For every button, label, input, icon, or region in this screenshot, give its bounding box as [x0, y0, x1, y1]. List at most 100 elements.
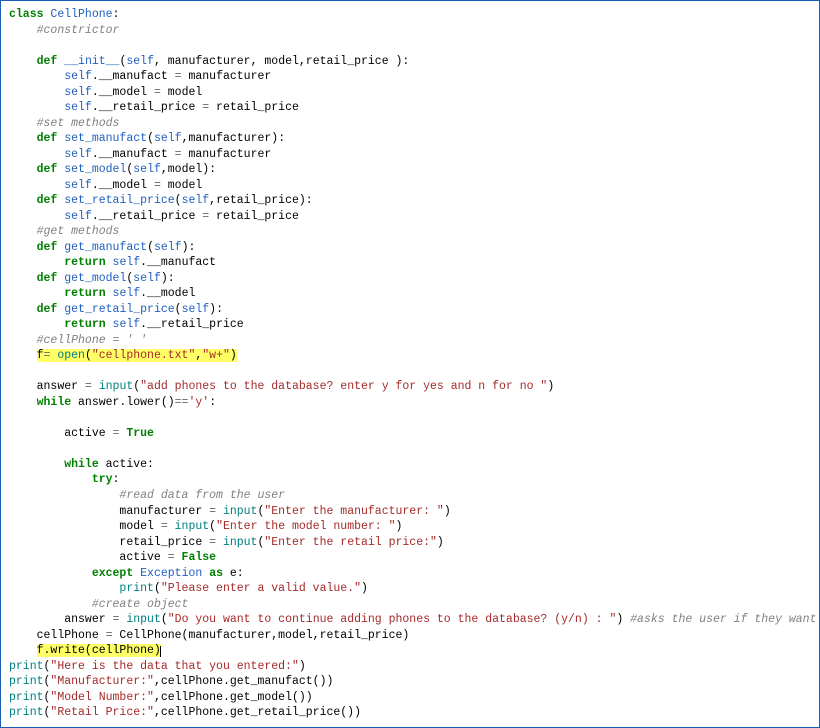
op: =	[106, 629, 113, 642]
rparen: )	[444, 505, 451, 518]
code-line: #read data from the user	[9, 489, 285, 502]
op: ==	[175, 396, 189, 409]
params: ,model):	[161, 163, 216, 176]
var: active	[64, 427, 112, 440]
code-line: #get methods	[9, 225, 119, 238]
param-self: self	[133, 272, 161, 285]
string: "Enter the retail price:"	[264, 536, 437, 549]
keyword-as: as	[209, 567, 223, 580]
method-name: set_model	[64, 163, 126, 176]
string: "w+"	[202, 349, 230, 362]
rparen: )	[616, 613, 630, 626]
highlighted-code: f= open("cellphone.txt","w+")	[37, 349, 237, 362]
attr: .__retail_price	[92, 101, 202, 114]
string: "Do you want to continue adding phones t…	[168, 613, 617, 626]
method-name: get_manufact	[64, 241, 147, 254]
space	[168, 520, 175, 533]
code-line: def get_manufact(self):	[9, 241, 195, 254]
keyword-return: return	[64, 318, 105, 331]
var: model	[119, 520, 160, 533]
cond: active:	[99, 458, 154, 471]
rparen: )	[547, 380, 554, 393]
rest: ,cellPhone.get_model())	[154, 691, 313, 704]
method-name: get_retail_price	[64, 303, 174, 316]
op: =	[175, 70, 182, 83]
attr: .__manufact	[92, 148, 175, 161]
self: self	[64, 101, 92, 114]
builtin-input: input	[223, 505, 258, 518]
lparen: (	[161, 613, 168, 626]
expr: f.write(cellPhone)	[37, 644, 161, 657]
code-line: while answer.lower()=='y':	[9, 396, 216, 409]
rhs: model	[161, 86, 202, 99]
var: cellPhone	[37, 629, 106, 642]
code-line: print("Retail Price:",cellPhone.get_reta…	[9, 706, 361, 719]
code-line: print("Here is the data that you entered…	[9, 660, 306, 673]
params: ):	[209, 303, 223, 316]
comment: #constrictor	[37, 24, 120, 37]
var: answer	[64, 613, 112, 626]
keyword-def: def	[37, 241, 58, 254]
keyword-def: def	[37, 55, 58, 68]
comment: #asks the user if they want to add more …	[630, 613, 820, 626]
colon: :	[113, 473, 120, 486]
string: 'y'	[188, 396, 209, 409]
comment: #get methods	[37, 225, 120, 238]
lparen: (	[154, 582, 161, 595]
attr: .__model	[92, 179, 154, 192]
keyword-return: return	[64, 256, 105, 269]
code-line: f.write(cellPhone)	[9, 644, 161, 657]
attr: .__retail_price	[140, 318, 244, 331]
code-line: cellPhone = CellPhone(manufacturer,model…	[9, 629, 409, 642]
comment: #set methods	[37, 117, 120, 130]
code-line: retail_price = input("Enter the retail p…	[9, 536, 444, 549]
op: =	[85, 380, 92, 393]
self: self	[64, 179, 92, 192]
builtin-input: input	[126, 613, 161, 626]
keyword-while: while	[37, 396, 72, 409]
self: self	[64, 210, 92, 223]
rhs: model	[161, 179, 202, 192]
keyword-def: def	[37, 303, 58, 316]
rhs: CellPhone(manufacturer,model,retail_pric…	[113, 629, 410, 642]
builtin-input: input	[175, 520, 210, 533]
code-line: self.__retail_price = retail_price	[9, 101, 299, 114]
self: self	[113, 287, 141, 300]
var: retail_price	[119, 536, 209, 549]
code-line: #cellPhone = ' '	[9, 334, 147, 347]
comment: #create object	[92, 598, 189, 611]
builtin-print: print	[9, 706, 44, 719]
attr: .__model	[92, 86, 154, 99]
op: =	[154, 179, 161, 192]
code-line: class CellPhone:	[9, 8, 119, 21]
method-name: set_manufact	[64, 132, 147, 145]
rhs: manufacturer	[182, 70, 272, 83]
lparen: (	[44, 691, 51, 704]
params: , manufacturer, model,retail_price ):	[154, 55, 409, 68]
builtin-print: print	[9, 691, 44, 704]
params: ,retail_price):	[209, 194, 313, 207]
colon: :	[113, 8, 120, 21]
params: ,manufacturer):	[182, 132, 286, 145]
keyword-def: def	[37, 132, 58, 145]
code-line: except Exception as e:	[9, 567, 244, 580]
code-line: def set_retail_price(self,retail_price):	[9, 194, 313, 207]
space	[216, 536, 223, 549]
rparen: )	[437, 536, 444, 549]
code-line: self.__manufact = manufacturer	[9, 70, 271, 83]
rhs: manufacturer	[182, 148, 272, 161]
string: "cellphone.txt"	[92, 349, 196, 362]
lparen: (	[44, 675, 51, 688]
string: "Manufacturer:"	[50, 675, 154, 688]
string: "Enter the model number: "	[216, 520, 395, 533]
method-name: __init__	[64, 55, 119, 68]
space	[92, 380, 99, 393]
code-line: return self.__manufact	[9, 256, 216, 269]
self: self	[64, 70, 92, 83]
rparen: )	[396, 520, 403, 533]
op: =	[154, 86, 161, 99]
code-line: self.__model = model	[9, 179, 202, 192]
code-line: try:	[9, 473, 119, 486]
attr: .__manufact	[140, 256, 216, 269]
code-line: print("Model Number:",cellPhone.get_mode…	[9, 691, 313, 704]
